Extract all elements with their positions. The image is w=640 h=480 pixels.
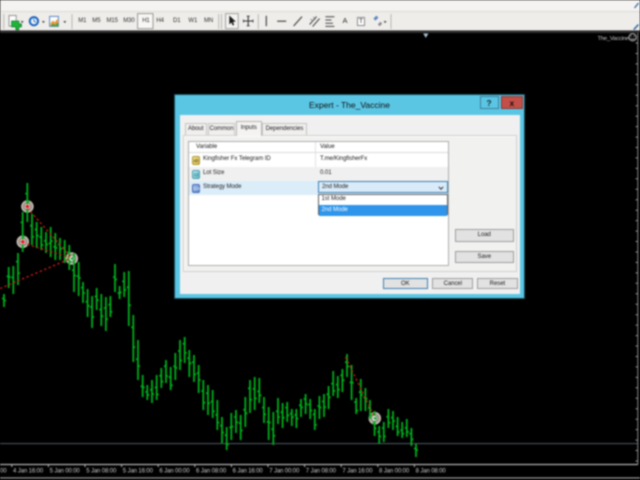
svg-text:The_Vaccine: The_Vaccine <box>598 36 630 42</box>
svg-text:5 Jan 08:00: 5 Jan 08:00 <box>86 468 117 474</box>
svg-text:6 Jan 00:00: 6 Jan 00:00 <box>159 468 190 474</box>
svg-text:7 Jan 08:00: 7 Jan 08:00 <box>306 468 337 474</box>
svg-text:4 Jan 16:00: 4 Jan 16:00 <box>13 468 44 474</box>
svg-text:7 Jan 16:00: 7 Jan 16:00 <box>342 468 373 474</box>
svg-text:5 Jan 16:00: 5 Jan 16:00 <box>123 468 154 474</box>
svg-text:8 Jan 08:00: 8 Jan 08:00 <box>416 468 447 474</box>
svg-text:4 Jan 08:00: 4 Jan 08:00 <box>0 468 7 474</box>
svg-text:8 Jan 00:00: 8 Jan 00:00 <box>379 468 410 474</box>
svg-text:6 Jan 16:00: 6 Jan 16:00 <box>233 468 264 474</box>
svg-text:5 Jan 00:00: 5 Jan 00:00 <box>50 468 81 474</box>
svg-text:6 Jan 08:00: 6 Jan 08:00 <box>196 468 227 474</box>
svg-text:7 Jan 00:00: 7 Jan 00:00 <box>269 468 300 474</box>
